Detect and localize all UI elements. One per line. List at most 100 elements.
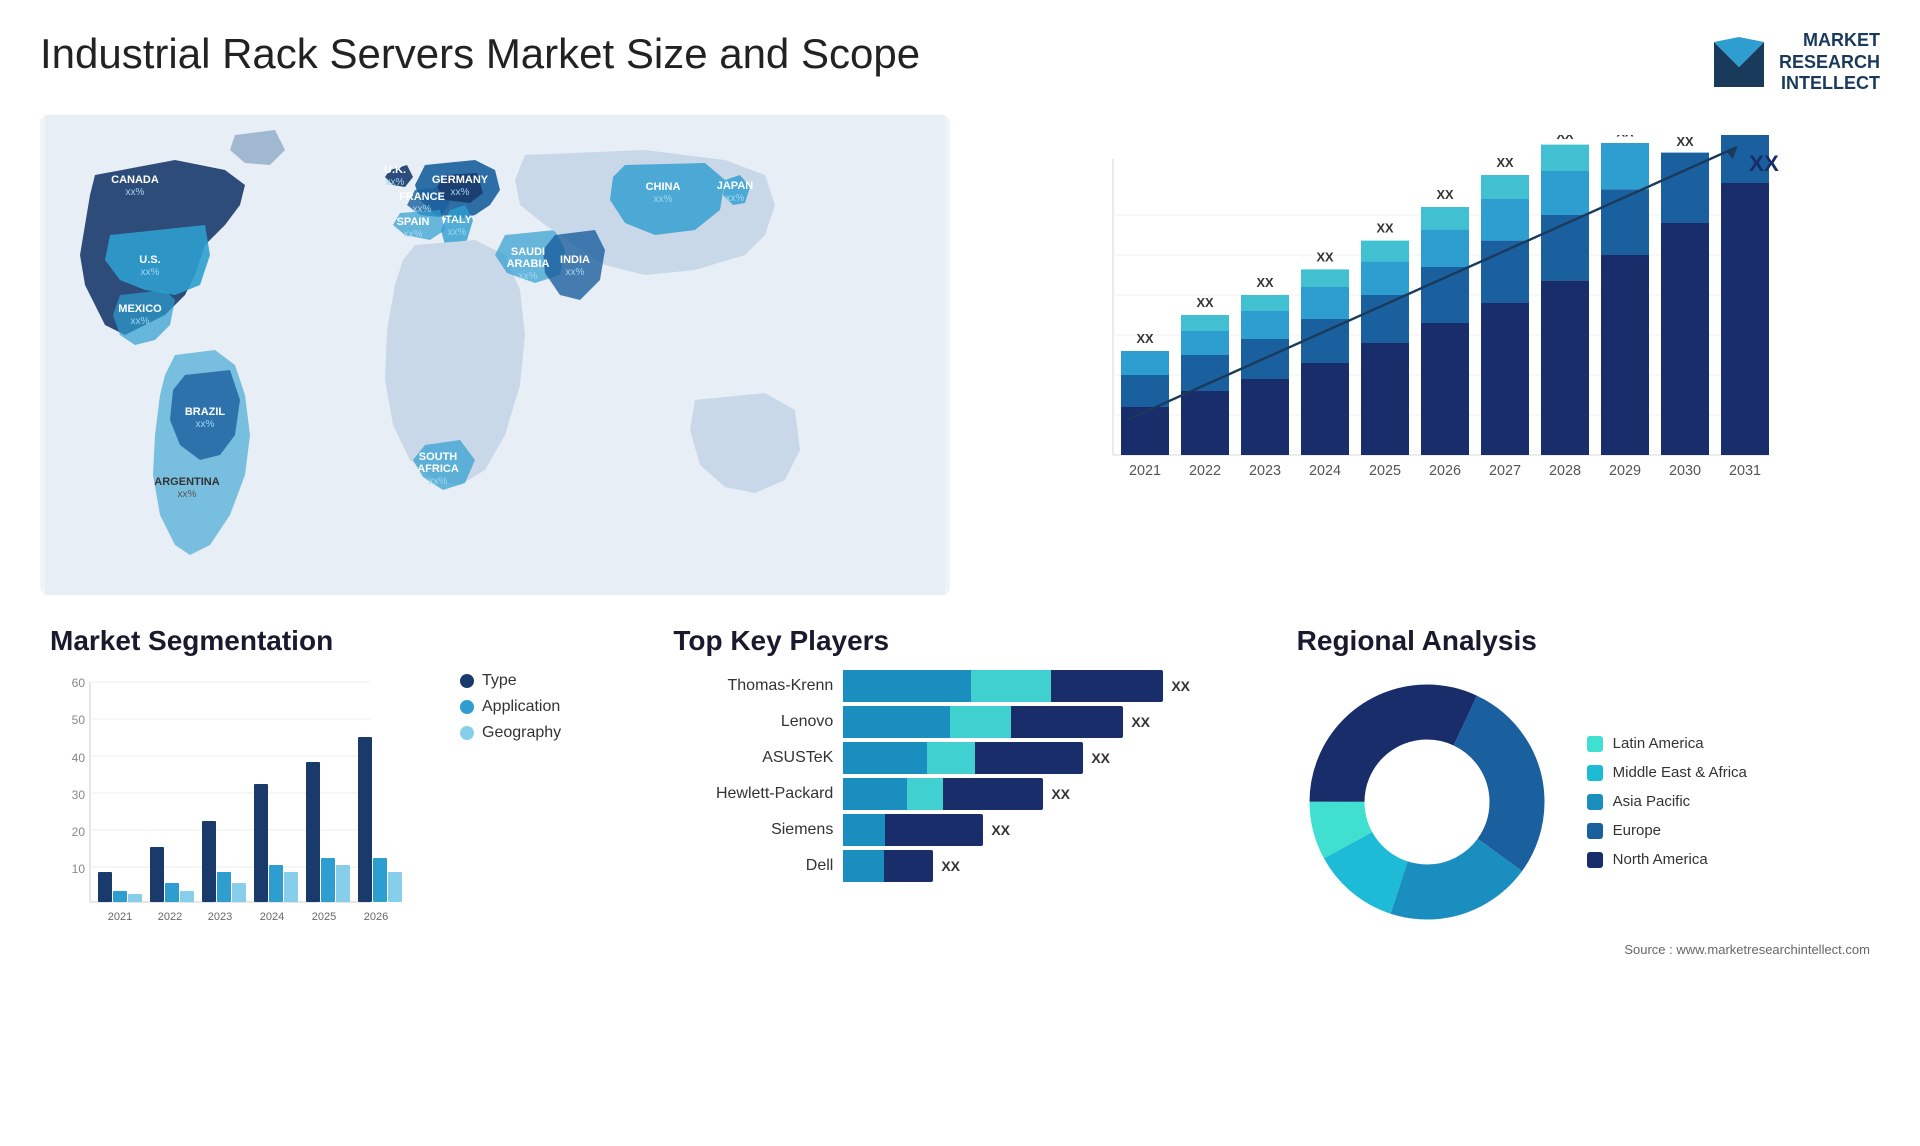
svg-text:INDIA: INDIA	[560, 254, 590, 266]
reg-label-asia-pacific: Asia Pacific	[1613, 793, 1691, 810]
svg-text:2025: 2025	[1369, 463, 1401, 479]
players-section: Top Key Players Thomas-Krenn XX Leno	[663, 615, 1256, 967]
svg-text:XX: XX	[1196, 295, 1214, 310]
page-title: Industrial Rack Servers Market Size and …	[40, 30, 920, 78]
svg-text:40: 40	[72, 751, 86, 765]
bar-chart-section: XX XX XX XX	[970, 115, 1880, 595]
regional-section: Regional Analysis	[1287, 615, 1880, 967]
logo-container: MARKET RESEARCH INTELLECT	[1709, 30, 1880, 95]
svg-text:xx%: xx%	[413, 204, 432, 215]
table-row: ASUSTeK XX	[673, 744, 1246, 772]
svg-text:20: 20	[72, 825, 86, 839]
svg-text:FRANCE: FRANCE	[399, 191, 445, 203]
player-bar-0: XX	[843, 672, 1246, 700]
svg-text:2024: 2024	[1309, 463, 1341, 479]
regional-title: Regional Analysis	[1297, 625, 1870, 657]
growth-chart-svg: XX XX XX XX	[990, 135, 1860, 535]
svg-text:XX: XX	[1736, 135, 1754, 138]
player-name-1: Lenovo	[673, 713, 833, 731]
players-title: Top Key Players	[673, 625, 1246, 657]
svg-text:XX: XX	[1316, 249, 1334, 264]
svg-text:60: 60	[72, 676, 86, 690]
logo-text: MARKET RESEARCH INTELLECT	[1779, 30, 1880, 95]
svg-text:U.S.: U.S.	[139, 254, 160, 266]
reg-dot-asia-pacific	[1587, 794, 1603, 810]
svg-text:U.K.: U.K.	[384, 164, 406, 176]
svg-text:XX: XX	[1616, 135, 1634, 140]
regional-legend: Latin America Middle East & Africa Asia …	[1587, 735, 1747, 868]
table-row: Hewlett-Packard XX	[673, 780, 1246, 808]
svg-text:10: 10	[72, 862, 86, 876]
svg-text:2022: 2022	[158, 911, 182, 923]
svg-text:xx%: xx%	[519, 271, 538, 282]
svg-text:BRAZIL: BRAZIL	[185, 406, 226, 418]
player-name-5: Dell	[673, 857, 833, 875]
svg-text:XX: XX	[1496, 155, 1514, 170]
svg-text:2021: 2021	[1129, 463, 1161, 479]
reg-legend-latin-america: Latin America	[1587, 735, 1747, 752]
reg-dot-middle-east-africa	[1587, 765, 1603, 781]
svg-text:50: 50	[72, 713, 86, 727]
legend-dot-geography	[460, 726, 474, 740]
svg-text:MEXICO: MEXICO	[118, 303, 162, 315]
svg-text:xx%: xx%	[429, 476, 448, 487]
player-value-2: XX	[1091, 750, 1110, 766]
map-section: CANADA xx% U.S. xx% MEXICO xx% BRAZIL xx…	[40, 115, 950, 595]
player-bar-2: XX	[843, 744, 1246, 772]
legend-label-type: Type	[482, 672, 517, 690]
svg-text:JAPAN: JAPAN	[717, 180, 754, 192]
svg-text:xx%: xx%	[386, 177, 405, 188]
player-value-3: XX	[1051, 786, 1070, 802]
svg-text:2031: 2031	[1729, 463, 1761, 479]
svg-text:ARGENTINA: ARGENTINA	[154, 476, 219, 488]
svg-text:XX: XX	[1376, 220, 1394, 235]
svg-text:XX: XX	[1556, 135, 1574, 142]
svg-text:2024: 2024	[260, 911, 284, 923]
svg-text:2026: 2026	[1429, 463, 1461, 479]
svg-text:2023: 2023	[1249, 463, 1281, 479]
svg-text:30: 30	[72, 788, 86, 802]
svg-text:xx%: xx%	[654, 194, 673, 205]
reg-legend-north-america: North America	[1587, 851, 1747, 868]
reg-label-europe: Europe	[1613, 822, 1661, 839]
players-list: Thomas-Krenn XX Lenovo	[673, 672, 1246, 880]
logo-line2: RESEARCH	[1779, 52, 1880, 74]
svg-text:xx%: xx%	[141, 267, 160, 278]
svg-text:2030: 2030	[1669, 463, 1701, 479]
reg-legend-middle-east-africa: Middle East & Africa	[1587, 764, 1747, 781]
player-value-0: XX	[1171, 678, 1190, 694]
svg-text:2027: 2027	[1489, 463, 1521, 479]
legend-type: Type	[460, 672, 561, 690]
svg-text:xx%: xx%	[448, 227, 467, 238]
player-value-4: XX	[991, 822, 1010, 838]
svg-text:SAUDI: SAUDI	[511, 246, 545, 258]
world-map: CANADA xx% U.S. xx% MEXICO xx% BRAZIL xx…	[40, 115, 950, 595]
player-value-1: XX	[1131, 714, 1150, 730]
donut-chart	[1297, 672, 1557, 932]
svg-text:xx%: xx%	[196, 419, 215, 430]
table-row: Thomas-Krenn XX	[673, 672, 1246, 700]
legend-dot-application	[460, 700, 474, 714]
table-row: Lenovo XX	[673, 708, 1246, 736]
svg-text:ARABIA: ARABIA	[507, 258, 550, 270]
regional-content: Latin America Middle East & Africa Asia …	[1297, 672, 1870, 932]
svg-text:XX: XX	[1436, 187, 1454, 202]
svg-text:2025: 2025	[312, 911, 336, 923]
logo-line3: INTELLECT	[1779, 73, 1880, 95]
svg-text:XX: XX	[1749, 151, 1779, 176]
svg-text:xx%: xx%	[178, 489, 197, 500]
svg-text:SOUTH: SOUTH	[419, 451, 458, 463]
svg-text:CANADA: CANADA	[111, 174, 159, 186]
svg-text:2022: 2022	[1189, 463, 1221, 479]
reg-legend-asia-pacific: Asia Pacific	[1587, 793, 1747, 810]
reg-label-middle-east-africa: Middle East & Africa	[1613, 764, 1747, 781]
top-row: CANADA xx% U.S. xx% MEXICO xx% BRAZIL xx…	[40, 115, 1880, 595]
svg-text:xx%: xx%	[404, 229, 423, 240]
bottom-row: Market Segmentation 60 50 40 30 20	[40, 615, 1880, 967]
svg-text:ITALY: ITALY	[442, 214, 473, 226]
svg-text:SPAIN: SPAIN	[397, 216, 430, 228]
reg-label-north-america: North America	[1613, 851, 1708, 868]
svg-text:XX: XX	[1136, 331, 1154, 346]
svg-text:xx%: xx%	[566, 267, 585, 278]
table-row: Siemens XX	[673, 816, 1246, 844]
